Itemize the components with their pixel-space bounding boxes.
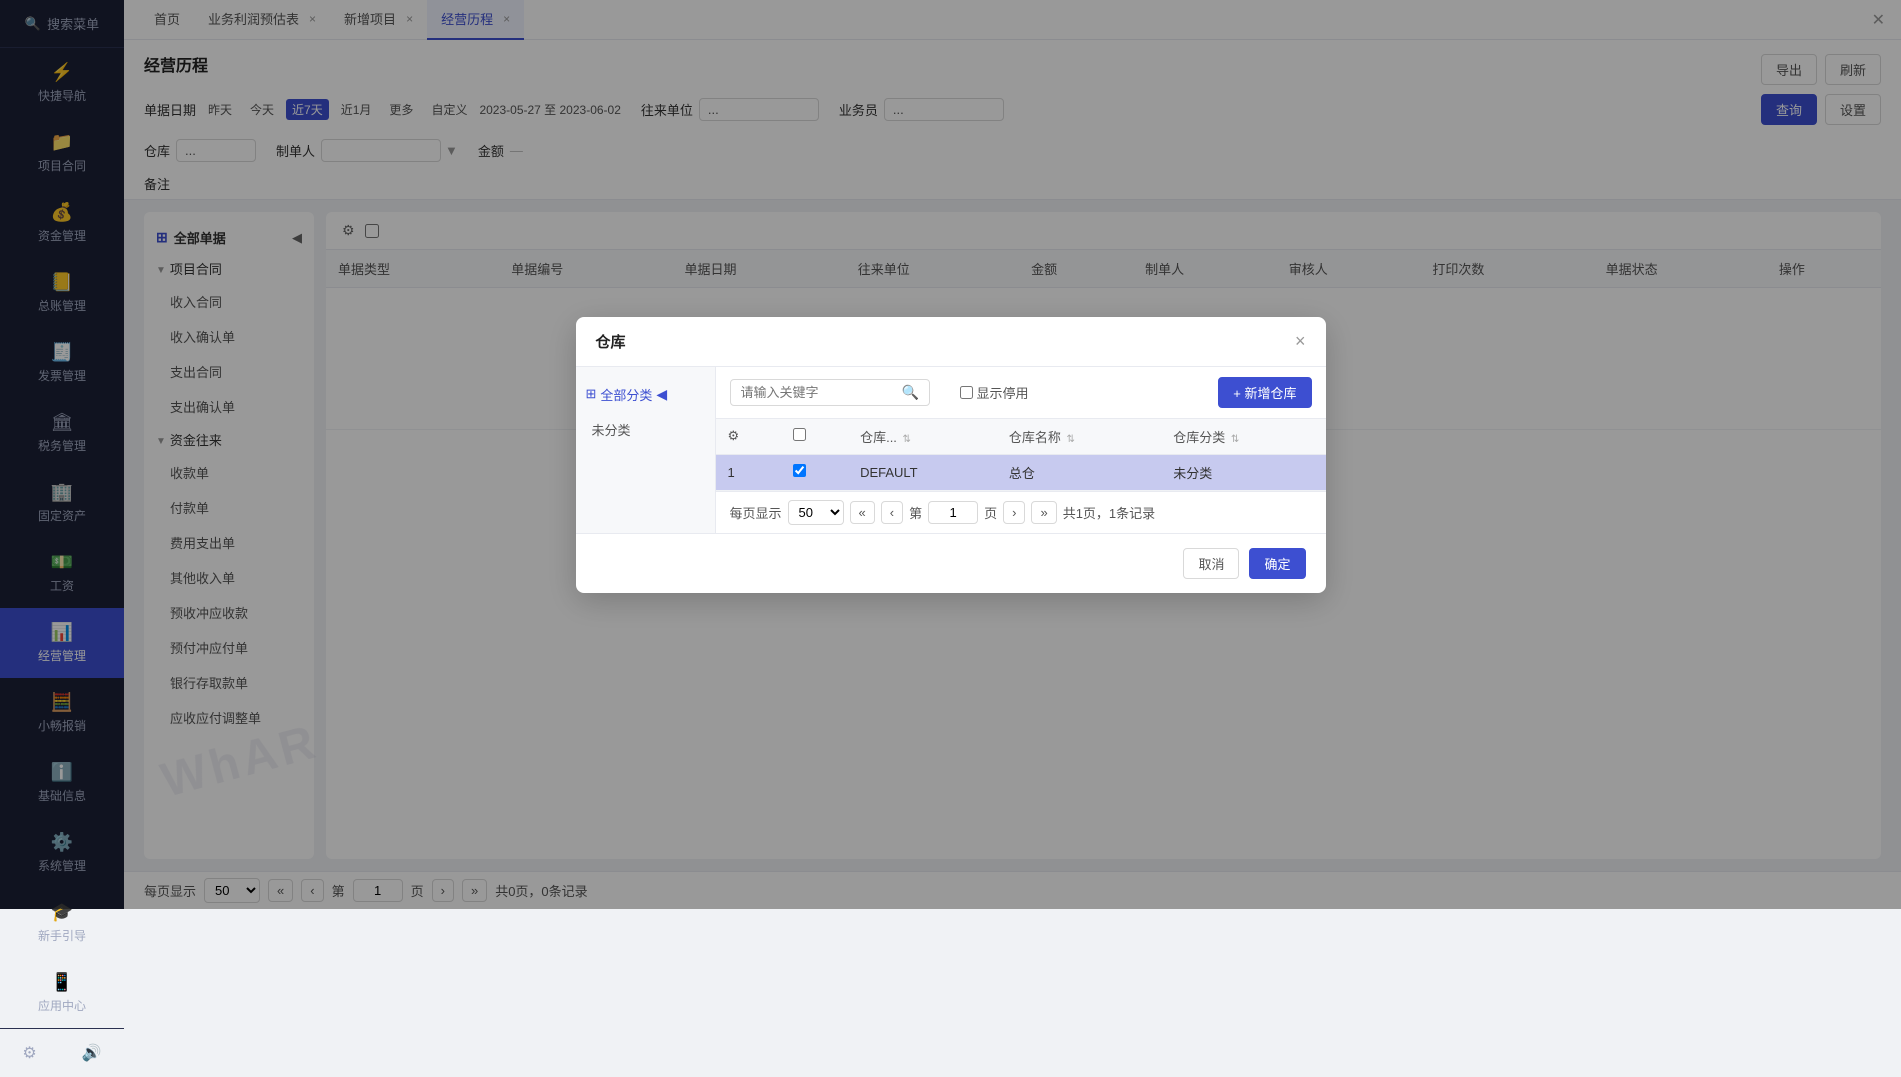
modal-per-page-select[interactable]: 50 100: [788, 500, 844, 525]
modal-prev-page-btn[interactable]: ‹: [881, 501, 903, 524]
modal-row-code: DEFAULT: [848, 454, 997, 490]
modal-actions: 取消 确定: [576, 533, 1326, 593]
modal-select-all-checkbox[interactable]: [793, 428, 806, 441]
sidebar-item-app-center[interactable]: 📱 应用中心: [0, 958, 124, 1028]
modal-page-word: 第: [909, 503, 922, 522]
modal-col-code: 仓库... ⇅: [848, 419, 997, 455]
modal-pagination: 每页显示 50 100 « ‹ 第 页 › » 共1页，1条记录: [716, 491, 1326, 533]
modal-table-area: ⚙ 仓库... ⇅ 仓库名称: [716, 419, 1326, 491]
modal-overlay[interactable]: 仓库 × ⊞ 全部分类 ◀ 未分类: [0, 0, 1901, 909]
modal-body: ⊞ 全部分类 ◀ 未分类 🔍 显示停用: [576, 367, 1326, 533]
show-disabled-label: 显示停用: [977, 383, 1029, 402]
modal-all-label: 全部分类: [600, 385, 652, 404]
modal-col-category: 仓库分类 ⇅: [1161, 419, 1325, 455]
settings-icon[interactable]: ⚙: [18, 1039, 40, 1067]
modal-col-select: [781, 419, 849, 455]
modal-left-unclassified[interactable]: 未分类: [576, 412, 715, 447]
show-disabled-checkbox-label[interactable]: 显示停用: [960, 383, 1029, 402]
modal-table-row[interactable]: 1 DEFAULT 总仓 未分类: [716, 454, 1326, 490]
warehouse-modal: 仓库 × ⊞ 全部分类 ◀ 未分类: [576, 317, 1326, 593]
modal-collapse-icon[interactable]: ◀: [656, 386, 667, 403]
modal-row-select-checkbox[interactable]: [793, 464, 806, 477]
modal-confirm-button[interactable]: 确定: [1249, 548, 1305, 579]
modal-page-input[interactable]: [928, 501, 978, 524]
sidebar-item-label: 应用中心: [38, 997, 86, 1014]
show-disabled-checkbox[interactable]: [960, 386, 973, 399]
modal-total-label: 共1页，1条记录: [1063, 503, 1155, 522]
modal-table: ⚙ 仓库... ⇅ 仓库名称: [716, 419, 1326, 491]
sort-code-icon[interactable]: ⇅: [903, 434, 911, 445]
modal-toolbar: 🔍 显示停用 + 新增仓库: [716, 367, 1326, 419]
grid-icon-modal: ⊞: [586, 386, 597, 402]
modal-page-unit: 页: [984, 503, 997, 522]
sidebar-bottom: ⚙ 🔊: [0, 1028, 124, 1077]
modal-close-button[interactable]: ×: [1295, 331, 1306, 352]
modal-row-category: 未分类: [1161, 454, 1325, 490]
modal-left-panel: ⊞ 全部分类 ◀ 未分类: [576, 367, 716, 533]
modal-col-name: 仓库名称 ⇅: [997, 419, 1161, 455]
modal-search-button[interactable]: 🔍: [902, 384, 919, 401]
modal-next-page-btn[interactable]: ›: [1003, 501, 1025, 524]
modal-last-page-btn[interactable]: »: [1031, 501, 1056, 524]
modal-right-panel: 🔍 显示停用 + 新增仓库: [716, 367, 1326, 533]
sidebar-item-label: 新手引导: [38, 927, 86, 944]
modal-title: 仓库: [596, 331, 626, 352]
modal-row-name: 总仓: [997, 454, 1161, 490]
modal-row-checkbox: [781, 454, 849, 490]
add-warehouse-button[interactable]: + 新增仓库: [1218, 377, 1311, 408]
modal-first-page-btn[interactable]: «: [850, 501, 875, 524]
modal-header: 仓库 ×: [576, 317, 1326, 367]
modal-gear-icon[interactable]: ⚙: [728, 428, 740, 443]
modal-search-input[interactable]: [730, 379, 930, 406]
modal-col-settings: ⚙: [716, 419, 781, 455]
app-center-icon: 📱: [51, 972, 73, 993]
modal-left-all-category[interactable]: ⊞ 全部分类 ◀: [576, 377, 715, 412]
sort-category-icon[interactable]: ⇅: [1231, 434, 1239, 445]
sort-name-icon[interactable]: ⇅: [1067, 434, 1075, 445]
modal-per-page-label: 每页显示: [730, 503, 782, 522]
modal-cancel-button[interactable]: 取消: [1183, 548, 1239, 579]
modal-unclassified-label: 未分类: [592, 423, 631, 438]
modal-row-settings: 1: [716, 454, 781, 490]
audio-icon[interactable]: 🔊: [78, 1039, 106, 1067]
